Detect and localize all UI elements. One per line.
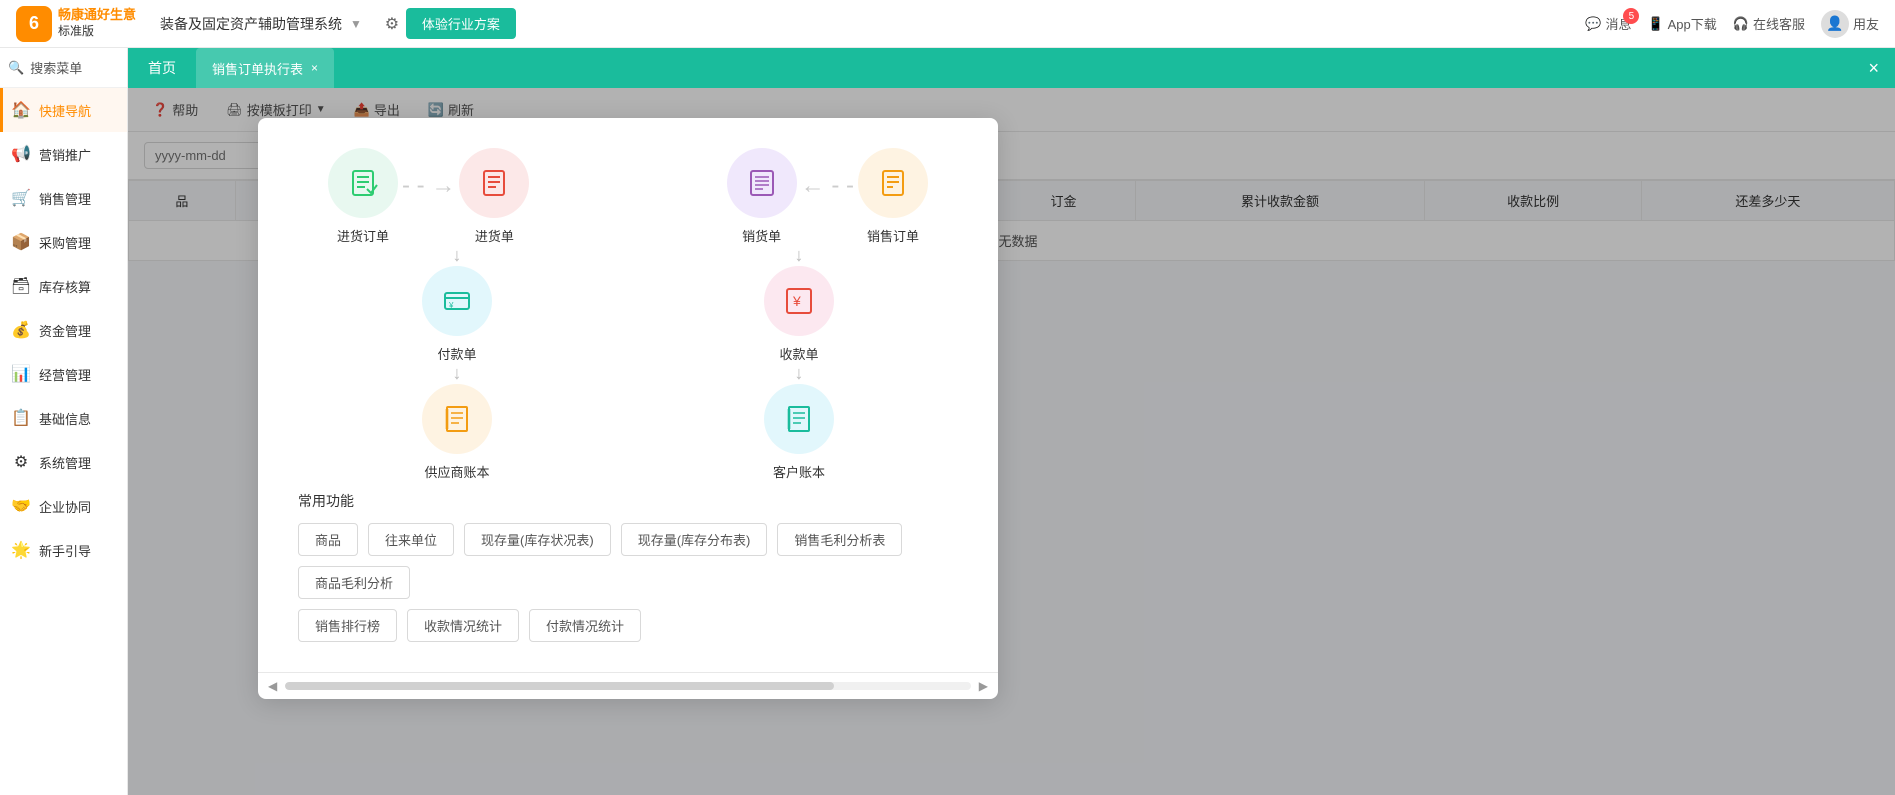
flow-node-purchase-bill[interactable]: 进货单 [459,148,529,245]
sidebar-search[interactable]: 🔍 搜索菜单 [0,48,127,88]
flow-node-payment-bill[interactable]: ¥ 付款单 [422,266,492,363]
app-logo-icon: 6 [16,6,52,42]
sidebar-item-enterprise[interactable]: 🤝 企业协同 [0,484,127,528]
tab-home[interactable]: 首页 [128,48,196,88]
flow-node-customer-ledger[interactable]: 客户账本 [764,384,834,481]
basic-icon: 📋 [11,408,31,428]
flow-node-purchase-order[interactable]: 进货订单 [328,148,398,245]
guide-icon: 🌟 [11,540,31,560]
finance-icon: 💰 [11,320,31,340]
sidebar-item-quick-nav[interactable]: 🏠 快捷导航 [0,88,127,132]
modal-overlay: 进货订单 - - → 进货单 [128,88,1895,795]
headset-icon: 🎧 [1733,16,1749,32]
purchase-order-icon [328,148,398,218]
receipt-bill-icon: ¥ [764,266,834,336]
purchase-bill-icon [459,148,529,218]
sales-order-label: 销售订单 [867,226,919,245]
payment-bill-icon: ¥ [422,266,492,336]
flow-node-receipt-bill[interactable]: ¥ 收款单 [764,266,834,363]
message-badge: 5 [1623,8,1639,24]
enterprise-icon: 🤝 [11,496,31,516]
supplier-ledger-label: 供应商账本 [424,462,489,481]
flow-node-sales-order[interactable]: 销售订单 [858,148,928,245]
scrollbar-track[interactable] [285,682,971,690]
scroll-left-arrow[interactable]: ◀ [268,679,277,693]
scroll-right-arrow[interactable]: ▶ [979,679,988,693]
common-btn-receipt-stats[interactable]: 收款情况统计 [407,609,519,642]
common-functions-section: 常用功能 商品 往来单位 现存量(库存状况表) 现存量(库存分布表) 销售毛利分… [298,491,958,642]
sidebar-item-inventory[interactable]: 🗃 库存核算 [0,264,127,308]
home-icon: 🏠 [11,100,31,120]
search-icon: 🔍 [8,60,24,76]
common-functions-title: 常用功能 [298,491,958,511]
customer-ledger-label: 客户账本 [773,462,825,481]
tab-close-button[interactable]: × [311,61,318,75]
sidebar-item-operation[interactable]: 📊 经营管理 [0,352,127,396]
payment-bill-label: 付款单 [437,344,476,363]
common-btn-sales-ranking[interactable]: 销售排行榜 [298,609,397,642]
common-btn-partner[interactable]: 往来单位 [368,523,454,556]
v-arrow-purchase-bill: ↓ [422,245,492,266]
message-icon: 💬 [1585,16,1601,32]
v-arrow-sales-bill: ↓ [764,245,834,266]
common-buttons-row-2: 销售排行榜 收款情况统计 付款情况统计 [298,609,958,642]
common-buttons-row-1: 商品 往来单位 现存量(库存状况表) 现存量(库存分布表) 销售毛利分析表 商品… [298,523,958,599]
supplier-ledger-icon [422,384,492,454]
page-close-button[interactable]: × [1868,58,1879,79]
arrow-sales-order-to-bill: ← - - [801,172,854,200]
system-title: 装备及固定资产辅助管理系统 [160,14,342,34]
operation-icon: 📊 [11,364,31,384]
download-icon: 📱 [1647,16,1663,32]
app-download-button[interactable]: 📱 App下载 [1647,14,1716,33]
message-button[interactable]: 💬 消息 5 [1585,14,1631,33]
sidebar-item-finance[interactable]: 💰 资金管理 [0,308,127,352]
receipt-bill-label: 收款单 [779,344,818,363]
app-logo-text: 畅康通好生意 标准版 [58,7,136,39]
online-service-button[interactable]: 🎧 在线客服 [1733,14,1805,33]
customer-ledger-icon [764,384,834,454]
common-btn-product[interactable]: 商品 [298,523,358,556]
sidebar-item-guide[interactable]: 🌟 新手引导 [0,528,127,572]
scrollbar-thumb [285,682,833,690]
v-arrow-payment-bill: ↓ [422,363,492,384]
sidebar-item-marketing[interactable]: 📢 营销推广 [0,132,127,176]
sales-bill-label: 销货单 [742,226,781,245]
purchase-icon: 📦 [11,232,31,252]
modal-scrollbar: ◀ ▶ [258,672,998,699]
arrow-purchase-order-to-bill: - - → [402,172,455,200]
sales-bill-icon [727,148,797,218]
trial-button[interactable]: 体验行业方案 [406,8,516,39]
marketing-icon: 📢 [11,144,31,164]
quick-nav-modal: 进货订单 - - → 进货单 [258,118,998,699]
common-btn-product-profit[interactable]: 商品毛利分析 [298,566,410,599]
svg-text:¥: ¥ [448,301,454,310]
settings-icon[interactable]: ⚙ [378,10,406,38]
flow-node-sales-bill[interactable]: 销货单 [727,148,797,245]
common-btn-stock-status[interactable]: 现存量(库存状况表) [464,523,611,556]
sales-icon: 🛒 [11,188,31,208]
common-btn-payment-stats[interactable]: 付款情况统计 [529,609,641,642]
system-dropdown-arrow[interactable]: ▼ [350,17,362,31]
sidebar-item-purchase[interactable]: 📦 采购管理 [0,220,127,264]
purchase-bill-label: 进货单 [475,226,514,245]
tab-sales-order[interactable]: 销售订单执行表 × [196,48,334,88]
purchase-order-label: 进货订单 [337,226,389,245]
user-menu[interactable]: 👤 用友 [1821,10,1879,38]
sidebar-item-sales[interactable]: 🛒 销售管理 [0,176,127,220]
v-arrow-receipt-bill: ↓ [764,363,834,384]
inventory-icon: 🗃 [11,276,31,296]
flow-node-supplier-ledger[interactable]: 供应商账本 [422,384,492,481]
svg-text:¥: ¥ [792,293,801,309]
system-icon: ⚙ [11,452,31,472]
common-btn-sales-profit[interactable]: 销售毛利分析表 [777,523,902,556]
sales-order-icon [858,148,928,218]
sidebar-item-system[interactable]: ⚙ 系统管理 [0,440,127,484]
sidebar-item-basic[interactable]: 📋 基础信息 [0,396,127,440]
common-btn-stock-dist[interactable]: 现存量(库存分布表) [621,523,768,556]
avatar: 👤 [1821,10,1849,38]
